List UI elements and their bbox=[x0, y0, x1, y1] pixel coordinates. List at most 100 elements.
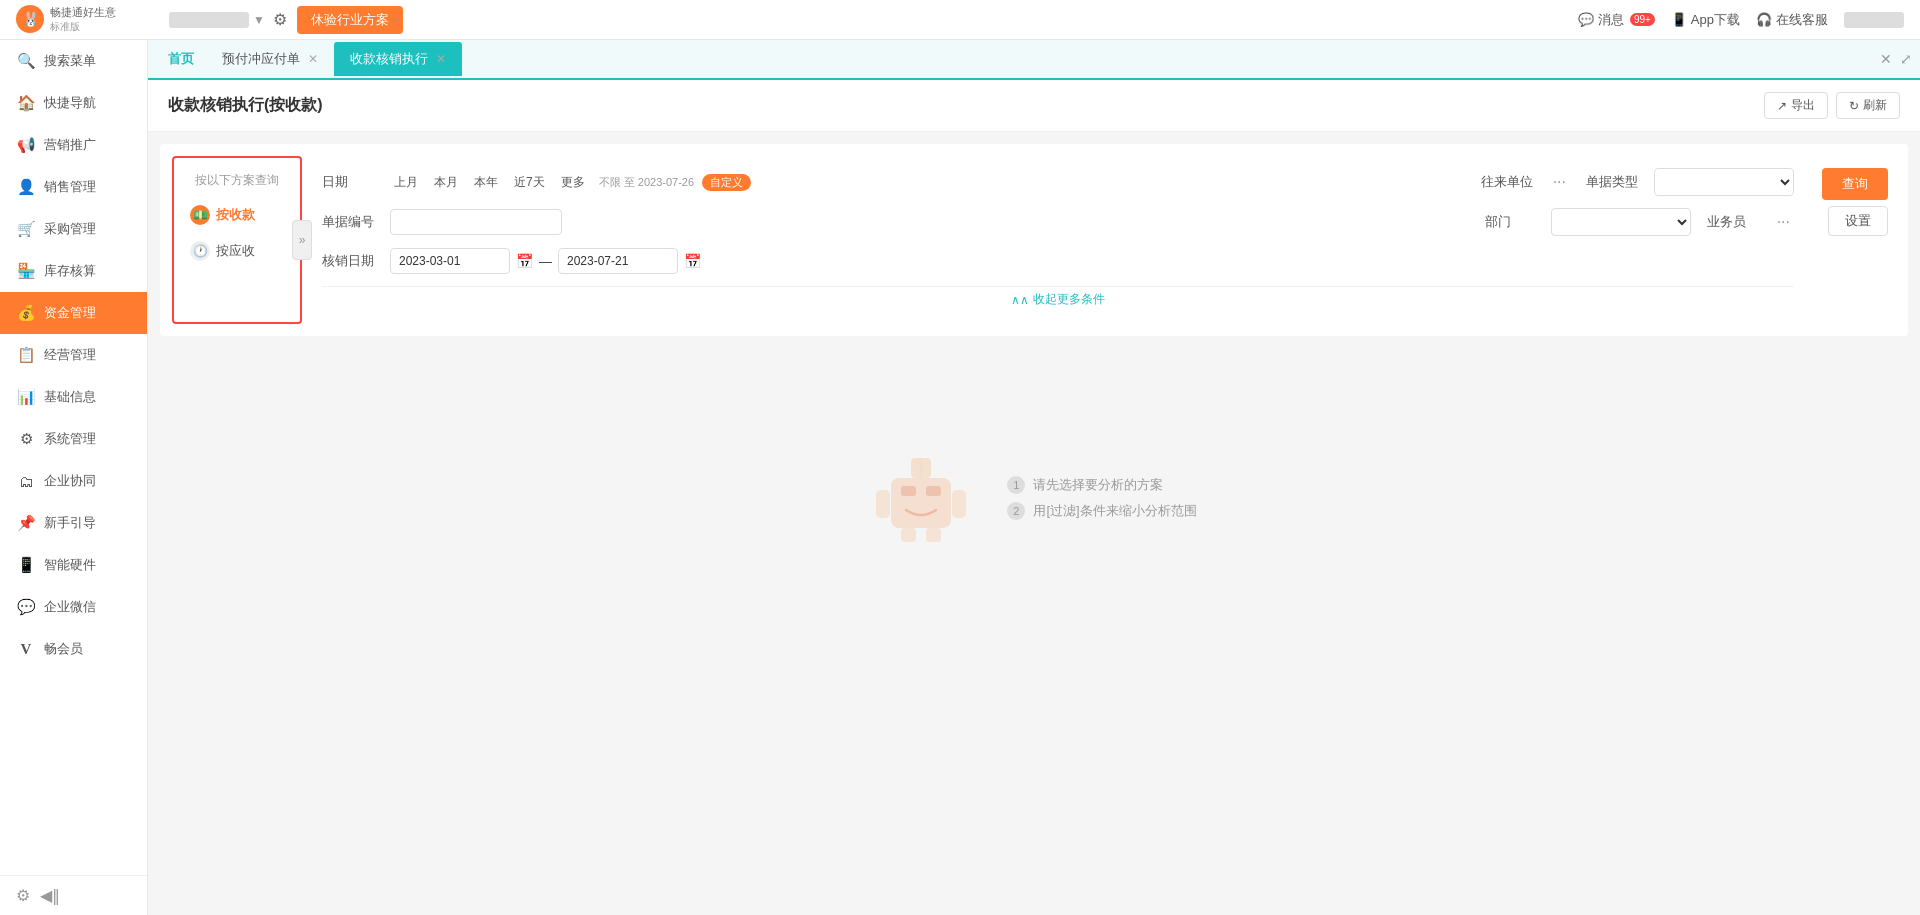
logo-area: 🐰 畅捷通好生意 标准版 bbox=[16, 5, 161, 33]
sidebar-item-label: 智能硬件 bbox=[44, 556, 96, 574]
tab-home[interactable]: 首页 bbox=[156, 42, 206, 76]
custom-date-badge[interactable]: 自定义 bbox=[702, 174, 751, 191]
tab-receivable-label: 收款核销执行 bbox=[350, 50, 428, 68]
sidebar-item-fund[interactable]: 💰 资金管理 bbox=[0, 292, 147, 334]
empty-illustration bbox=[871, 448, 971, 548]
refresh-button[interactable]: ↻ 刷新 bbox=[1836, 92, 1900, 119]
industry-solution-button[interactable]: 休验行业方案 bbox=[297, 6, 403, 34]
query-button[interactable]: 查询 bbox=[1822, 168, 1888, 200]
wechat-icon: 💬 bbox=[16, 598, 36, 616]
filter-by-receipt[interactable]: 💵 按收款 bbox=[174, 197, 300, 233]
sidebar-item-inventory[interactable]: 🏪 库存核算 bbox=[0, 250, 147, 292]
sidebar-settings-button[interactable]: ⚙ bbox=[16, 886, 30, 905]
guide-icon: 📌 bbox=[16, 514, 36, 532]
svg-rect-8 bbox=[926, 528, 941, 542]
export-label: 导出 bbox=[1791, 97, 1815, 114]
hint-num-1: 1 bbox=[1007, 476, 1025, 494]
counterpart-dots-btn[interactable]: ··· bbox=[1549, 173, 1570, 191]
sidebar-item-guide[interactable]: 📌 新手引导 bbox=[0, 502, 147, 544]
message-badge: 99+ bbox=[1630, 13, 1655, 26]
filter-form: 日期 上月 本月 本年 近7天 更多 不限 至 2023-07-26 bbox=[302, 156, 1814, 324]
logo-text-block: 畅捷通好生意 标准版 bbox=[50, 5, 116, 33]
sidebar-collapse-button[interactable]: ◀‖ bbox=[40, 886, 60, 905]
app-edition: 标准版 bbox=[50, 20, 116, 34]
app-name: 畅捷通好生意 bbox=[50, 5, 116, 19]
online-service-button[interactable]: 🎧 在线客服 bbox=[1756, 11, 1828, 29]
sidebar-item-label: 新手引导 bbox=[44, 514, 96, 532]
sidebar-item-operation[interactable]: 📋 经营管理 bbox=[0, 334, 147, 376]
filter-scheme-panel: 按以下方案查询 💵 按收款 🕐 按应收 » bbox=[172, 156, 302, 324]
doc-type-select[interactable] bbox=[1654, 168, 1794, 196]
sidebar-item-sales[interactable]: 👤 销售管理 bbox=[0, 166, 147, 208]
collapse-more-conditions-btn[interactable]: ∧∧ 收起更多条件 bbox=[322, 286, 1794, 312]
tab-prepay[interactable]: 预付冲应付单 ✕ bbox=[206, 42, 334, 76]
sidebar-item-system[interactable]: ⚙ 系统管理 bbox=[0, 418, 147, 460]
last-month-btn[interactable]: 上月 bbox=[388, 172, 424, 193]
filter-by-receivable[interactable]: 🕐 按应收 bbox=[174, 233, 300, 269]
app-download-button[interactable]: 📱 App下载 bbox=[1671, 11, 1740, 29]
doc-no-input[interactable] bbox=[390, 209, 562, 235]
sidebar-item-quick-nav[interactable]: 🏠 快捷导航 bbox=[0, 82, 147, 124]
filter-row-2: 单据编号 部门 业务员 ··· bbox=[322, 208, 1794, 236]
sidebar-item-label: 快捷导航 bbox=[44, 94, 96, 112]
empty-hints: 1 请先选择要分析的方案 2 用[过滤]条件来缩小分析范围 bbox=[1007, 476, 1196, 520]
collapse-up-icon: ∧∧ bbox=[1011, 293, 1029, 307]
export-button[interactable]: ↗ 导出 bbox=[1764, 92, 1828, 119]
date-buttons: 上月 本月 本年 近7天 更多 不限 至 2023-07-26 自定义 bbox=[388, 172, 751, 193]
svg-rect-6 bbox=[952, 490, 966, 518]
gear-settings-button[interactable]: ⚙ bbox=[273, 10, 287, 29]
sidebar-item-wechat[interactable]: 💬 企业微信 bbox=[0, 586, 147, 628]
content-area: 首页 预付冲应付单 ✕ 收款核销执行 ✕ ✕ ⤢ 收款核销执行(按收款) bbox=[148, 40, 1920, 915]
message-icon: 💬 bbox=[1578, 12, 1594, 27]
more-date-btn[interactable]: 更多 bbox=[555, 172, 591, 193]
tab-expand-button[interactable]: ⤢ bbox=[1900, 51, 1912, 67]
app-selector[interactable]: ▼ bbox=[169, 12, 265, 28]
blurred-user-name bbox=[1844, 12, 1904, 28]
sidebar-item-purchase[interactable]: 🛒 采购管理 bbox=[0, 208, 147, 250]
calendar-from-icon[interactable]: 📅 bbox=[516, 253, 533, 269]
this-month-btn[interactable]: 本月 bbox=[428, 172, 464, 193]
sidebar-item-label: 搜索菜单 bbox=[44, 52, 96, 70]
calendar-to-icon[interactable]: 📅 bbox=[684, 253, 701, 269]
filter-row-3: 核销日期 📅 — 📅 bbox=[322, 248, 1794, 274]
last-7days-btn[interactable]: 近7天 bbox=[508, 172, 551, 193]
blurred-company-name bbox=[169, 12, 249, 28]
date-label: 日期 bbox=[322, 173, 372, 191]
svg-rect-7 bbox=[901, 528, 916, 542]
verify-date-to-input[interactable] bbox=[558, 248, 678, 274]
setting-button[interactable]: 设置 bbox=[1828, 206, 1888, 236]
sidebar-item-label: 畅会员 bbox=[44, 640, 83, 658]
marketing-icon: 📢 bbox=[16, 136, 36, 154]
user-area[interactable] bbox=[1844, 12, 1904, 28]
right-filters: 往来单位 ··· 单据类型 bbox=[1481, 168, 1794, 196]
doc-type-label: 单据类型 bbox=[1586, 173, 1638, 191]
this-year-btn[interactable]: 本年 bbox=[468, 172, 504, 193]
verify-date-from-input[interactable] bbox=[390, 248, 510, 274]
doc-no-label: 单据编号 bbox=[322, 213, 374, 231]
message-button[interactable]: 💬 消息 99+ bbox=[1578, 11, 1655, 29]
filter-by-receipt-label: 按收款 bbox=[216, 206, 255, 224]
sidebar-item-hardware[interactable]: 📱 智能硬件 bbox=[0, 544, 147, 586]
tab-close-all-button[interactable]: ✕ bbox=[1880, 51, 1892, 67]
page-title: 收款核销执行(按收款) bbox=[168, 95, 323, 116]
sidebar-item-marketing[interactable]: 📢 营销推广 bbox=[0, 124, 147, 166]
tab-bar: 首页 预付冲应付单 ✕ 收款核销执行 ✕ ✕ ⤢ bbox=[148, 40, 1920, 80]
tab-receivable[interactable]: 收款核销执行 ✕ bbox=[334, 42, 462, 76]
filter-collapse-button[interactable]: » bbox=[292, 220, 312, 260]
dropdown-arrow-icon[interactable]: ▼ bbox=[253, 13, 265, 27]
sidebar-item-member[interactable]: V 畅会员 bbox=[0, 628, 147, 670]
salesperson-dots-btn[interactable]: ··· bbox=[1773, 213, 1794, 231]
sidebar-item-basic-info[interactable]: 📊 基础信息 bbox=[0, 376, 147, 418]
sidebar-item-search-menu[interactable]: 🔍 搜索菜单 bbox=[0, 40, 147, 82]
sidebar-item-label: 基础信息 bbox=[44, 388, 96, 406]
empty-hint-1-text: 请先选择要分析的方案 bbox=[1033, 476, 1163, 494]
filter-scheme-title: 按以下方案查询 bbox=[174, 168, 300, 197]
tab-prepay-close[interactable]: ✕ bbox=[308, 52, 318, 66]
sidebar: 🔍 搜索菜单 🏠 快捷导航 📢 营销推广 👤 销售管理 🛒 采购管理 🏪 库存核… bbox=[0, 40, 148, 915]
dept-select[interactable] bbox=[1551, 208, 1691, 236]
tab-receivable-close[interactable]: ✕ bbox=[436, 52, 446, 66]
svg-rect-2 bbox=[926, 486, 941, 496]
no-limit-text: 不限 bbox=[599, 176, 621, 188]
sidebar-item-enterprise[interactable]: 🗂 企业协同 bbox=[0, 460, 147, 502]
filter-by-receivable-label: 按应收 bbox=[216, 242, 255, 260]
